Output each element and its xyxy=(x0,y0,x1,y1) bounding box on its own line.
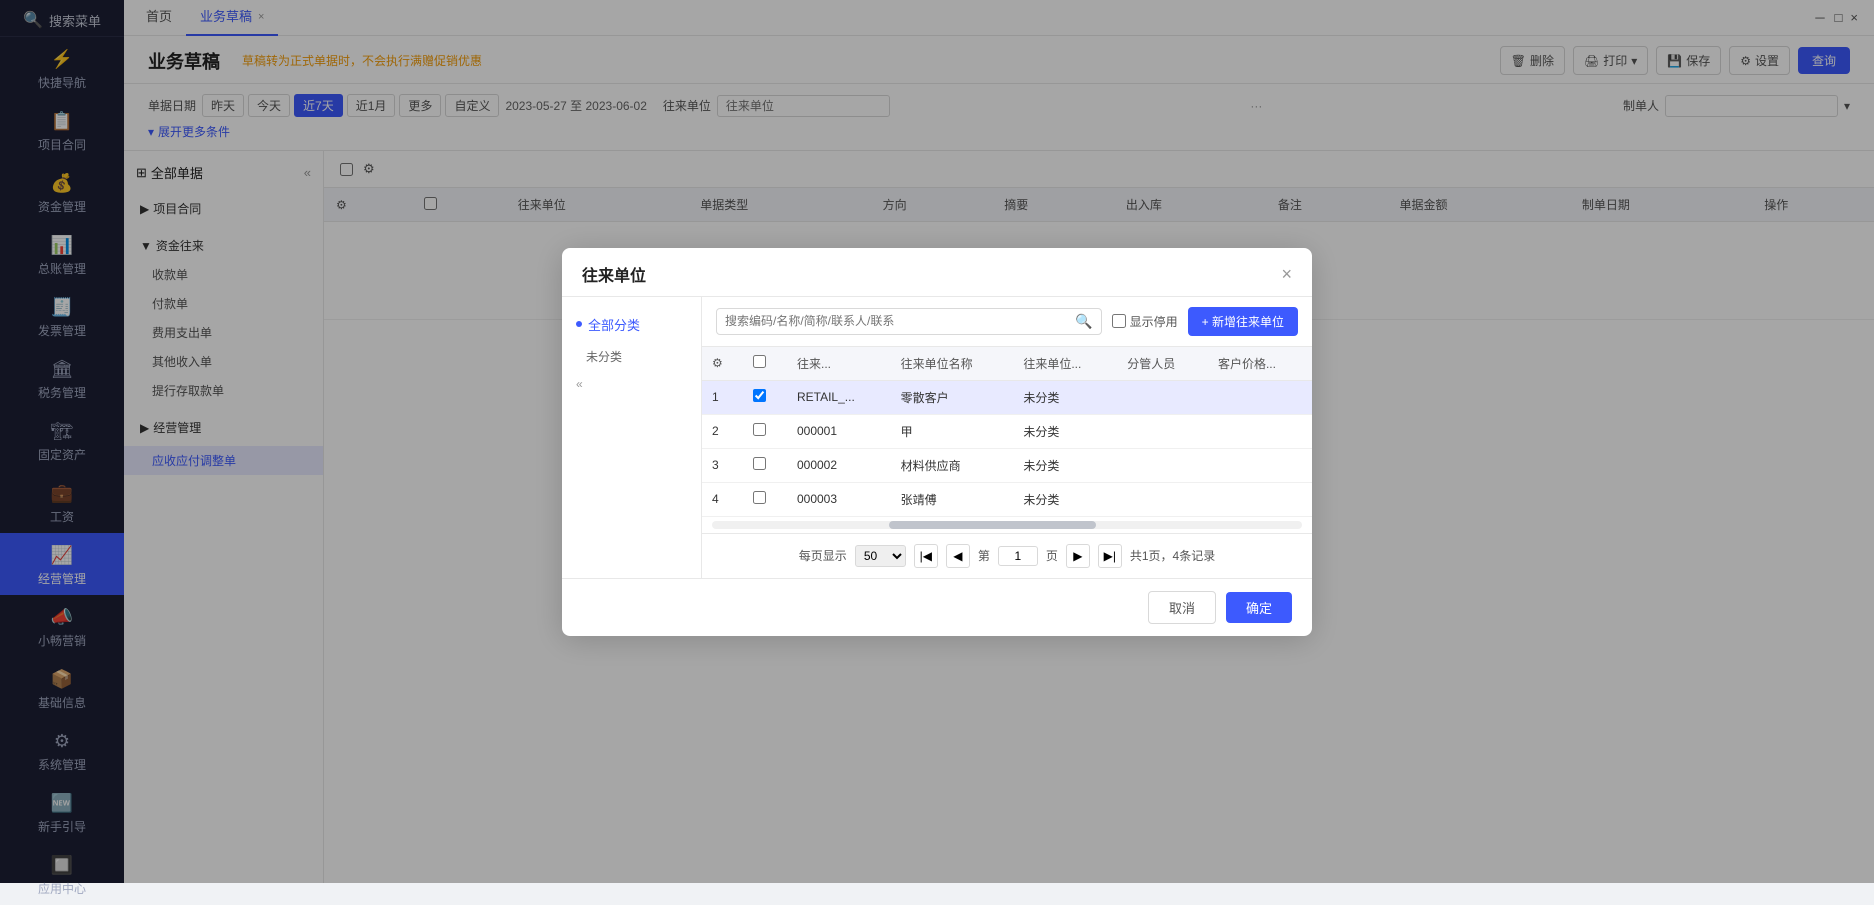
row-manager xyxy=(1117,448,1208,482)
dtable-select-all[interactable] xyxy=(753,355,766,368)
dialog-left-panel: 全部分类 未分类 « xyxy=(562,297,702,578)
per-page-label: 每页显示 xyxy=(799,547,847,564)
last-page-btn[interactable]: ▶| xyxy=(1098,544,1122,568)
dcol-manager: 分管人员 xyxy=(1117,347,1208,381)
row-code: 000001 xyxy=(787,414,891,448)
show-disabled-toggle[interactable]: 显示停用 xyxy=(1112,313,1178,330)
row-checkbox[interactable] xyxy=(753,491,766,504)
dialog-header: 往来单位 × xyxy=(562,248,1312,297)
dcol-name: 往来单位名称 xyxy=(891,347,1014,381)
row-category: 未分类 xyxy=(1013,380,1117,414)
dleft-item-all[interactable]: 全部分类 xyxy=(562,307,701,342)
row-name: 甲 xyxy=(891,414,1014,448)
dcol-category: 往来单位... xyxy=(1013,347,1117,381)
dialog-table-wrap: ⚙ 往来... 往来单位名称 往来单位... 分管人员 客户价格... 1 xyxy=(702,347,1312,533)
dcol-settings: ⚙ xyxy=(702,347,743,381)
row-no: 1 xyxy=(702,380,743,414)
row-manager xyxy=(1117,482,1208,516)
dialog-table-row[interactable]: 2 000001 甲 未分类 xyxy=(702,414,1312,448)
row-manager xyxy=(1117,380,1208,414)
row-no: 2 xyxy=(702,414,743,448)
row-category: 未分类 xyxy=(1013,414,1117,448)
row-check[interactable] xyxy=(743,380,787,414)
row-no: 4 xyxy=(702,482,743,516)
row-name: 零散客户 xyxy=(891,380,1014,414)
dialog-table-row[interactable]: 4 000003 张靖傅 未分类 xyxy=(702,482,1312,516)
row-name: 张靖傅 xyxy=(891,482,1014,516)
show-disabled-label: 显示停用 xyxy=(1130,313,1178,330)
dialog-body: 全部分类 未分类 « 🔍 xyxy=(562,297,1312,578)
scrollbar-track xyxy=(712,521,1302,529)
dialog-title: 往来单位 xyxy=(582,262,646,286)
row-code: 000003 xyxy=(787,482,891,516)
per-page-select[interactable]: 50 100 xyxy=(855,545,906,567)
dialog-right-panel: 🔍 显示停用 + 新增往来单位 ⚙ xyxy=(702,297,1312,578)
row-checkbox[interactable] xyxy=(753,423,766,436)
search-input[interactable] xyxy=(725,314,1069,328)
row-checkbox[interactable] xyxy=(753,389,766,402)
collapse-left-icon: « xyxy=(576,377,583,391)
dleft-uncategorized-label: 未分类 xyxy=(586,350,622,364)
row-code: RETAIL_... xyxy=(787,380,891,414)
row-name: 材料供应商 xyxy=(891,448,1014,482)
dialog-footer: 取消 确定 xyxy=(562,578,1312,636)
search-icon: 🔍 xyxy=(1075,313,1092,330)
confirm-button[interactable]: 确定 xyxy=(1226,592,1292,623)
dleft-collapse-btn[interactable]: « xyxy=(562,371,701,397)
page-number-input[interactable] xyxy=(998,546,1038,566)
active-indicator xyxy=(576,321,582,327)
row-code: 000002 xyxy=(787,448,891,482)
scrollbar-thumb[interactable] xyxy=(889,521,1096,529)
search-box: 🔍 xyxy=(716,308,1102,335)
row-checkbox[interactable] xyxy=(753,457,766,470)
dialog-pagination: 每页显示 50 100 |◀ ◀ 第 页 ▶ ▶| 共1页，4条记录 xyxy=(702,533,1312,578)
row-price xyxy=(1208,414,1312,448)
modal-overlay: 往来单位 × 全部分类 未分类 « xyxy=(0,0,1874,883)
prev-page-btn[interactable]: ◀ xyxy=(946,544,970,568)
dcol-price: 客户价格... xyxy=(1208,347,1312,381)
row-check[interactable] xyxy=(743,448,787,482)
dialog-table: ⚙ 往来... 往来单位名称 往来单位... 分管人员 客户价格... 1 xyxy=(702,347,1312,517)
row-check[interactable] xyxy=(743,482,787,516)
row-no: 3 xyxy=(702,448,743,482)
total-info: 共1页，4条记录 xyxy=(1130,547,1215,564)
dialog-toolbar: 🔍 显示停用 + 新增往来单位 xyxy=(702,297,1312,347)
row-category: 未分类 xyxy=(1013,482,1117,516)
dleft-all-label: 全部分类 xyxy=(588,315,640,334)
first-page-btn[interactable]: |◀ xyxy=(914,544,938,568)
page-label: 第 xyxy=(978,547,990,564)
dcol-check xyxy=(743,347,787,381)
dialog-table-row[interactable]: 3 000002 材料供应商 未分类 xyxy=(702,448,1312,482)
row-price xyxy=(1208,448,1312,482)
dleft-item-uncategorized[interactable]: 未分类 xyxy=(562,342,701,371)
dcol-code: 往来... xyxy=(787,347,891,381)
row-price xyxy=(1208,482,1312,516)
dialog-close-button[interactable]: × xyxy=(1281,265,1292,283)
page-suffix: 页 xyxy=(1046,547,1058,564)
partner-dialog: 往来单位 × 全部分类 未分类 « xyxy=(562,248,1312,636)
row-manager xyxy=(1117,414,1208,448)
row-check[interactable] xyxy=(743,414,787,448)
row-category: 未分类 xyxy=(1013,448,1117,482)
show-disabled-checkbox[interactable] xyxy=(1112,314,1126,328)
dialog-table-row[interactable]: 1 RETAIL_... 零散客户 未分类 xyxy=(702,380,1312,414)
row-price xyxy=(1208,380,1312,414)
next-page-btn[interactable]: ▶ xyxy=(1066,544,1090,568)
add-partner-button[interactable]: + 新增往来单位 xyxy=(1188,307,1298,336)
cancel-button[interactable]: 取消 xyxy=(1148,591,1216,624)
